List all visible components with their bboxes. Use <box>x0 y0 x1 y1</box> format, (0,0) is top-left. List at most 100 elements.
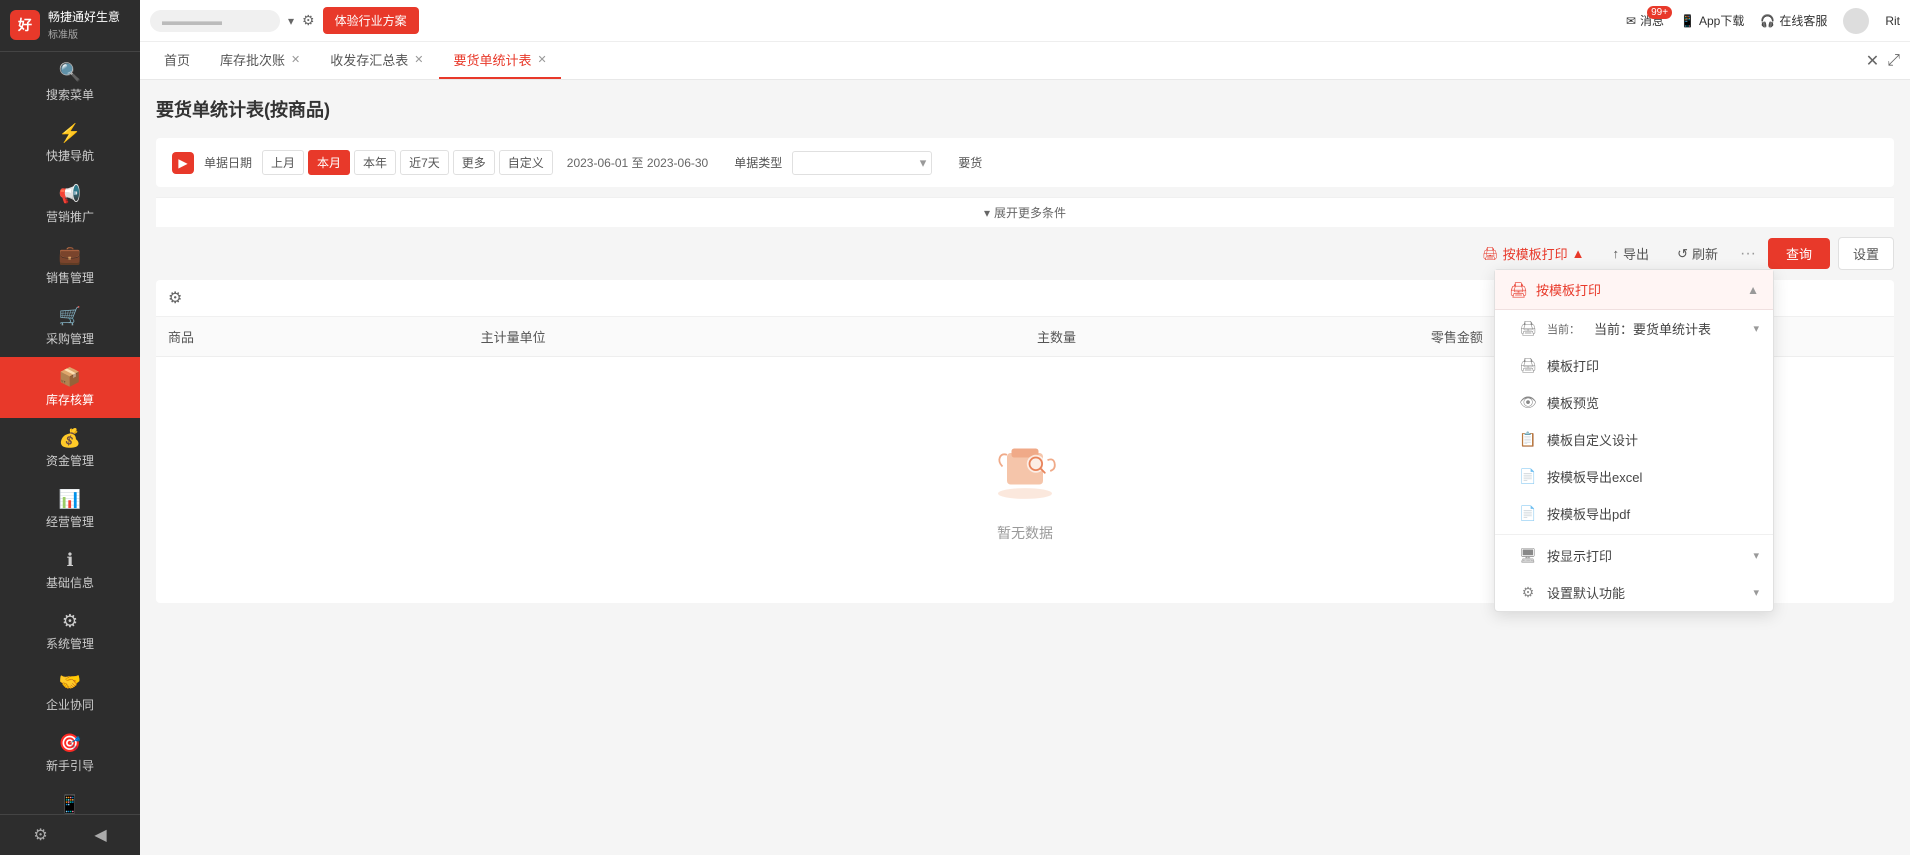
dropdown-default-func-chevron: ▾ <box>1753 586 1759 599</box>
date-btn-custom[interactable]: 自定义 <box>499 150 553 175</box>
online-service-btn[interactable]: 🎧 在线客服 <box>1760 12 1827 29</box>
app-download-btn[interactable]: 📱 App下载 <box>1680 12 1744 29</box>
dropdown-display-print[interactable]: 🖥 按显示打印 ▾ <box>1495 537 1773 574</box>
col-header-quantity: 主数量 <box>1025 317 1419 357</box>
tabbar-close-all-icon[interactable]: ✕ <box>1866 51 1879 71</box>
dropdown-header[interactable]: 🖨 按模板打印 ▲ <box>1495 270 1773 310</box>
sidebar-item-inventory-label: 库存核算 <box>46 391 94 408</box>
sidebar-item-operation[interactable]: 📊 经营管理 <box>0 479 140 540</box>
dropdown-template-print-label: 模板打印 <box>1547 356 1599 375</box>
col-header-unit: 主计量单位 <box>469 317 1025 357</box>
refresh-btn[interactable]: ↺ 刷新 <box>1667 239 1728 268</box>
filter-bar: ▶ 单据日期 上月 本月 本年 近7天 更多 自定义 2023-06-01 至 … <box>156 138 1894 187</box>
sidebar-item-search-label: 搜索菜单 <box>46 86 94 103</box>
dropdown-current-label: 当前： <box>1547 321 1580 337</box>
empty-text: 暂无数据 <box>997 523 1053 543</box>
search-icon: 🔍 <box>59 62 81 83</box>
date-btn-more[interactable]: 更多 <box>453 150 495 175</box>
tab-receipt-summary-label: 收发存汇总表 <box>330 50 408 69</box>
date-btn-current-year[interactable]: 本年 <box>354 150 396 175</box>
dropdown-default-func-left: ⚙ 设置默认功能 <box>1519 583 1625 602</box>
tab-inventory-batch[interactable]: 库存批次账 ✕ <box>206 42 314 79</box>
sidebar-item-basic[interactable]: ℹ 基础信息 <box>0 540 140 601</box>
print-label: 按模板打印 <box>1503 244 1568 263</box>
empty-illustration <box>980 417 1070 507</box>
tab-order-stats[interactable]: 要货单统计表 ✕ <box>439 42 560 79</box>
sidebar-item-system-label: 系统管理 <box>46 635 94 652</box>
more-btn[interactable]: ··· <box>1736 245 1760 263</box>
table-settings-icon[interactable]: ⚙ <box>168 288 182 308</box>
sidebar-item-marketing[interactable]: 📢 营销推广 <box>0 174 140 235</box>
sidebar-item-inventory[interactable]: 📦 库存核算 <box>0 357 140 418</box>
date-btn-current-month[interactable]: 本月 <box>308 150 350 175</box>
sidebar-item-finance[interactable]: 💰 资金管理 <box>0 418 140 479</box>
tab-inventory-batch-close[interactable]: ✕ <box>291 53 300 66</box>
topbar-dropdown-arrow[interactable]: ▾ <box>288 14 294 28</box>
sidebar-item-app-center[interactable]: 📱 应用中心 <box>0 784 140 814</box>
type-filter-select[interactable] <box>792 151 932 175</box>
dropdown-current-icon: 🖨 <box>1519 320 1537 337</box>
sidebar-item-basic-label: 基础信息 <box>46 574 94 591</box>
sidebar-item-search[interactable]: 🔍 搜索菜单 <box>0 52 140 113</box>
tab-receipt-summary-close[interactable]: ✕ <box>414 53 423 66</box>
export-label: 导出 <box>1623 244 1649 263</box>
dropdown-export-pdf[interactable]: 📄 按模板导出pdf <box>1495 495 1773 532</box>
tabbar-expand-icon[interactable]: ⤢ <box>1887 52 1900 70</box>
tab-receipt-summary[interactable]: 收发存汇总表 ✕ <box>316 42 437 79</box>
settings-btn[interactable]: 设置 <box>1838 237 1894 270</box>
dropdown-default-func[interactable]: ⚙ 设置默认功能 ▾ <box>1495 574 1773 611</box>
type-filter-select-wrap <box>792 151 932 175</box>
sidebar-nav: 🔍 搜索菜单 ⚡ 快捷导航 📢 营销推广 💼 销售管理 🛒 采购管理 📦 库存核… <box>0 52 140 814</box>
sidebar-item-quick-nav-label: 快捷导航 <box>46 147 94 164</box>
export-icon: ↑ <box>1613 246 1620 261</box>
tab-order-stats-close[interactable]: ✕ <box>538 53 547 66</box>
sidebar-item-sales[interactable]: 💼 销售管理 <box>0 235 140 296</box>
content-toolbar: 🖨 按模板打印 ▲ ↑ 导出 ↺ 刷新 ··· 查询 设置 🖨 按模板打印 <box>156 237 1894 270</box>
refresh-label: 刷新 <box>1692 244 1718 263</box>
topbar-gear-icon[interactable]: ⚙ <box>302 12 315 29</box>
app-logo: 好 畅捷通好生意 标准版 <box>0 0 140 52</box>
req-filter-label: 要货 <box>958 154 982 171</box>
sidebar-item-guide[interactable]: 🎯 新手引导 <box>0 723 140 784</box>
dropdown-collapse-icon[interactable]: ▲ <box>1747 283 1759 297</box>
sidebar-item-sales-label: 销售管理 <box>46 269 94 286</box>
dropdown-display-print-label: 按显示打印 <box>1547 546 1612 565</box>
date-btn-7days[interactable]: 近7天 <box>400 150 449 175</box>
username-label: Rit <box>1885 14 1900 28</box>
query-btn[interactable]: 查询 <box>1768 238 1830 269</box>
dropdown-template-design[interactable]: 📋 模板自定义设计 <box>1495 421 1773 458</box>
topbar-search[interactable]: ▬▬▬▬▬ <box>150 10 280 32</box>
industry-btn[interactable]: 体验行业方案 <box>323 7 419 34</box>
dropdown-export-excel[interactable]: 📄 按模板导出excel <box>1495 458 1773 495</box>
app-name: 畅捷通好生意 <box>48 10 120 26</box>
settings-bottom-icon[interactable]: ⚙ <box>33 825 47 845</box>
expand-more-btn[interactable]: ▾ 展开更多条件 <box>156 197 1894 227</box>
messages-btn[interactable]: ✉ 消息 99+ <box>1626 12 1664 29</box>
sidebar-item-system[interactable]: ⚙ 系统管理 <box>0 601 140 662</box>
sidebar-bottom: ⚙ ◀ <box>0 814 140 855</box>
topbar-right: ✉ 消息 99+ 📱 App下载 🎧 在线客服 Rit <box>1626 8 1900 34</box>
dropdown-current-item[interactable]: 🖨 当前： 当前：要货单统计表 ▾ <box>1495 310 1773 347</box>
print-btn[interactable]: 🖨 按模板打印 ▲ <box>1472 239 1594 268</box>
user-avatar[interactable] <box>1843 8 1869 34</box>
sales-icon: 💼 <box>59 245 81 266</box>
marketing-icon: 📢 <box>59 184 81 205</box>
date-btn-last-month[interactable]: 上月 <box>262 150 304 175</box>
dropdown-template-preview[interactable]: 👁 模板预览 <box>1495 384 1773 421</box>
sidebar-item-quick-nav[interactable]: ⚡ 快捷导航 <box>0 113 140 174</box>
type-filter-label: 单据类型 <box>734 154 782 171</box>
date-filter-buttons: 上月 本月 本年 近7天 更多 自定义 <box>262 150 553 175</box>
collapse-icon[interactable]: ◀ <box>94 825 106 845</box>
dropdown-default-func-label: 设置默认功能 <box>1547 583 1625 602</box>
filter-expand-btn[interactable]: ▶ <box>172 152 194 174</box>
dropdown-template-print[interactable]: 🖨 模板打印 <box>1495 347 1773 384</box>
sidebar-item-cooperation[interactable]: 🤝 企业协同 <box>0 662 140 723</box>
export-btn[interactable]: ↑ 导出 <box>1603 239 1660 268</box>
tab-home[interactable]: 首页 <box>150 42 204 79</box>
expand-more-label: 展开更多条件 <box>994 204 1066 221</box>
sidebar-item-operation-label: 经营管理 <box>46 513 94 530</box>
expand-more-icon: ▾ <box>984 206 990 220</box>
sidebar-item-purchase[interactable]: 🛒 采购管理 <box>0 296 140 357</box>
page-title: 要货单统计表(按商品) <box>156 96 1894 122</box>
date-filter-label: 单据日期 <box>204 154 252 171</box>
